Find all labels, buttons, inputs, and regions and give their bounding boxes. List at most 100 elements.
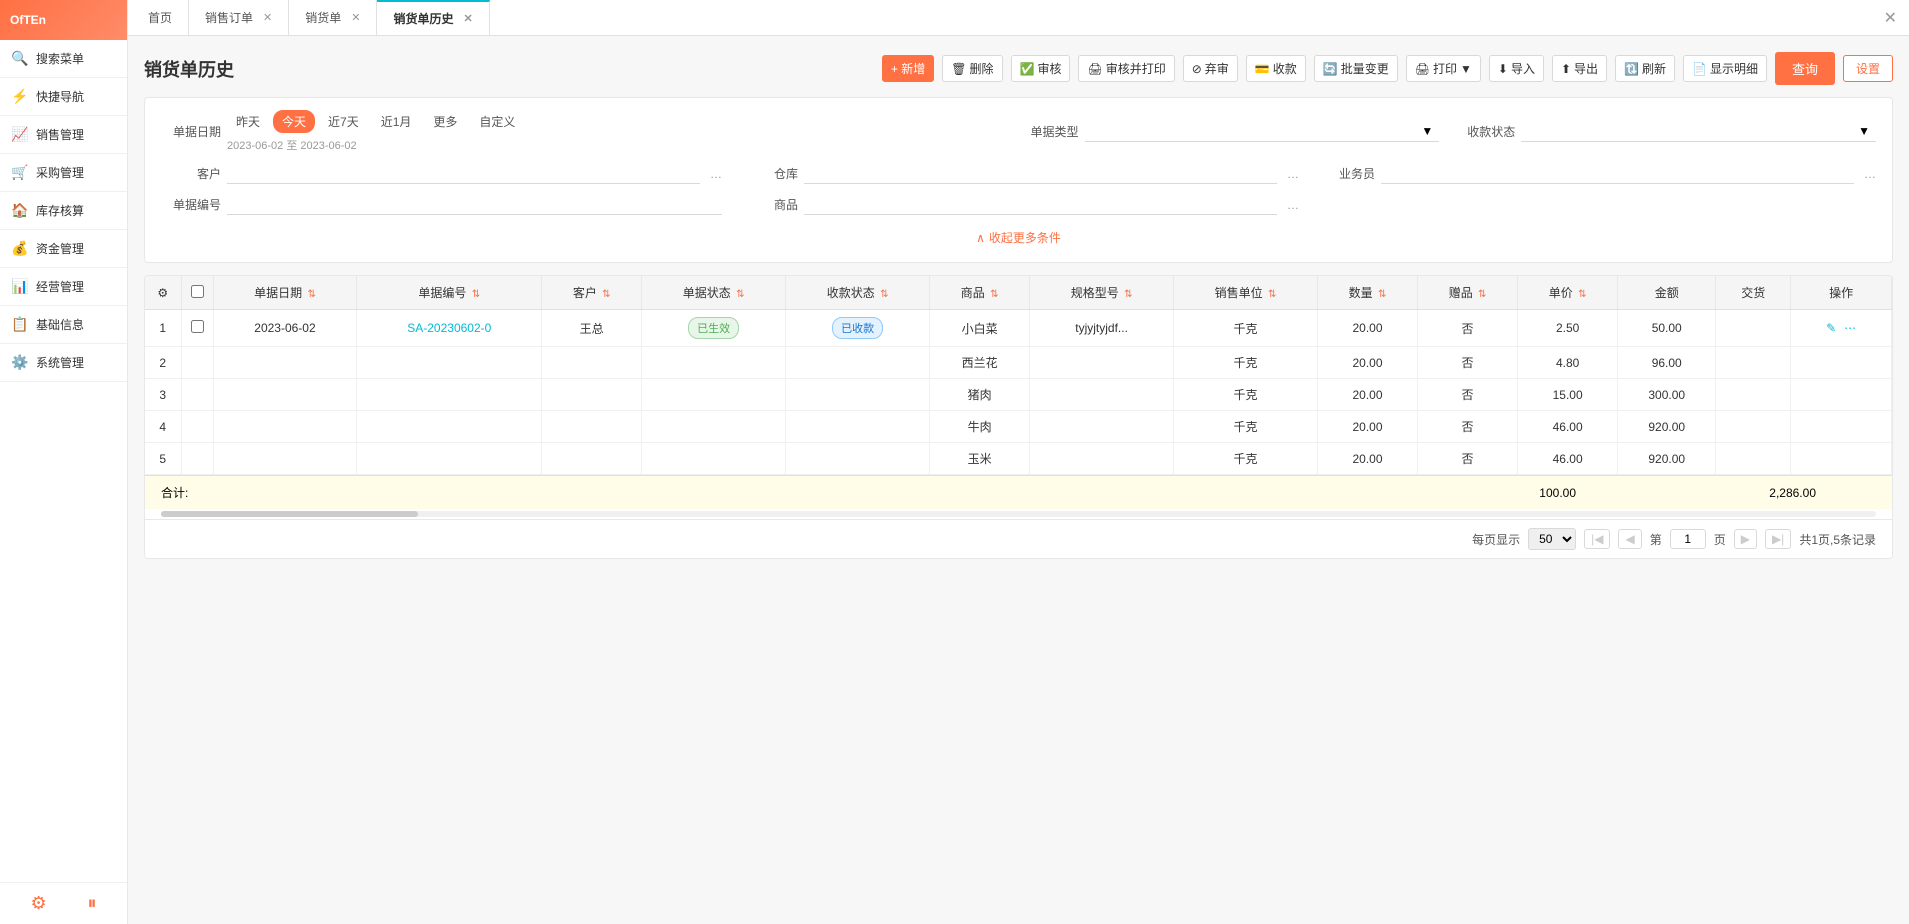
cell-goods: 小白菜 [930, 310, 1030, 347]
pagination-bar: 每页显示 50 |◀ ◀ 第 页 ▶ ▶| 共1页,5条记录 [145, 519, 1892, 558]
filter-status-select[interactable]: ▼ [1521, 121, 1876, 142]
customer-dots[interactable]: … [710, 167, 722, 181]
col-unit[interactable]: 销售单位 ⇅ [1174, 276, 1318, 310]
col-delivery: 交货 [1716, 276, 1791, 310]
col-amount-label: 金额 [1655, 286, 1679, 300]
pagination-prev[interactable]: ◀ [1618, 529, 1641, 549]
print-button[interactable]: 🖨 打印 ▼ [1406, 55, 1481, 82]
sidebar-toggle-icon[interactable]: ⏸ [88, 893, 97, 914]
abandon-button[interactable]: ⊘ 弃审 [1183, 55, 1238, 82]
agent-dots[interactable]: … [1864, 167, 1876, 181]
filter-type-select[interactable]: ▼ [1085, 121, 1440, 142]
filter-docno-input[interactable] [227, 194, 722, 215]
add-button[interactable]: + 新增 [882, 55, 934, 82]
filter-agent-input[interactable] [1381, 163, 1854, 184]
date-7days[interactable]: 近7天 [319, 110, 368, 133]
sidebar-item-purchase[interactable]: 🛒 采购管理 [0, 154, 127, 192]
sidebar-item-basic[interactable]: 📋 基础信息 [0, 306, 127, 344]
export-icon: ⬆ [1561, 62, 1571, 76]
scrollbar-thumb[interactable] [161, 511, 418, 517]
pagination-first[interactable]: |◀ [1584, 529, 1610, 549]
date-1month[interactable]: 近1月 [372, 110, 421, 133]
date-yesterday[interactable]: 昨天 [227, 110, 269, 133]
col-paystatus[interactable]: 收款状态 ⇅ [786, 276, 930, 310]
cell-delivery [1716, 411, 1791, 443]
more-op[interactable]: ⋯ [1840, 321, 1860, 335]
col-docno[interactable]: 单据编号 ⇅ [357, 276, 542, 310]
display-icon: 📄 [1692, 62, 1707, 76]
col-customer[interactable]: 客户 ⇅ [542, 276, 642, 310]
page-input[interactable] [1670, 529, 1706, 549]
select-all-checkbox[interactable] [191, 285, 204, 298]
filter-goods-input[interactable] [804, 194, 1277, 215]
pagination-next[interactable]: ▶ [1734, 529, 1757, 549]
col-spec[interactable]: 规格型号 ⇅ [1030, 276, 1174, 310]
receive-button[interactable]: 💳 收款 [1246, 55, 1306, 82]
col-docstatus[interactable]: 单据状态 ⇅ [642, 276, 786, 310]
setting-button[interactable]: 设置 [1843, 55, 1893, 82]
tab-delivery[interactable]: 销货单 ✕ [289, 0, 377, 35]
cell-delivery [1716, 347, 1791, 379]
col-date[interactable]: 单据日期 ⇅ [213, 276, 357, 310]
date-custom[interactable]: 自定义 [470, 110, 524, 133]
col-gift[interactable]: 赠品 ⇅ [1418, 276, 1518, 310]
cell-checkbox [181, 411, 213, 443]
filter-warehouse-input[interactable] [804, 163, 1277, 184]
scrollbar-track[interactable] [161, 511, 1876, 517]
sidebar-item-search[interactable]: 🔍 搜索菜单 [0, 40, 127, 78]
col-price[interactable]: 单价 ⇅ [1518, 276, 1618, 310]
refresh-button[interactable]: 🔃 刷新 [1615, 55, 1675, 82]
tab-home-label: 首页 [148, 9, 172, 26]
cell-docstatus [642, 443, 786, 475]
col-settings[interactable]: ⚙ [145, 276, 181, 310]
cell-qty: 20.00 [1317, 411, 1417, 443]
content-area: 销货单历史 + 新增 🗑 删除 ✅ 审核 🖨 审核并打印 ⊘ 弃审 [128, 36, 1909, 924]
tab-home[interactable]: 首页 [128, 0, 189, 35]
sidebar-item-quicknav[interactable]: ⚡ 快捷导航 [0, 78, 127, 116]
inventory-icon: 🏠 [12, 203, 28, 219]
warehouse-dots[interactable]: … [1287, 167, 1299, 181]
date-more[interactable]: 更多 [424, 110, 466, 133]
col-qty[interactable]: 数量 ⇅ [1317, 276, 1417, 310]
filter-customer-input[interactable] [227, 163, 700, 184]
sidebar-item-business[interactable]: 📊 经营管理 [0, 268, 127, 306]
row-checkbox[interactable] [191, 320, 204, 333]
collapse-button[interactable]: ∧ 收起更多条件 [972, 225, 1065, 250]
sidebar-item-finance[interactable]: 💰 资金管理 [0, 230, 127, 268]
pagination-last[interactable]: ▶| [1765, 529, 1791, 549]
tab-history-close[interactable]: ✕ [464, 12, 473, 25]
col-docno-sort: ⇅ [472, 289, 480, 300]
sidebar-item-sales[interactable]: 📈 销售管理 [0, 116, 127, 154]
sidebar-item-system[interactable]: ⚙️ 系统管理 [0, 344, 127, 382]
print-review-icon: 🖨 [1087, 62, 1102, 76]
cell-checkbox [181, 347, 213, 379]
tab-delivery-close[interactable]: ✕ [351, 11, 360, 24]
sidebar-item-quicknav-label: 快捷导航 [36, 88, 84, 105]
query-button[interactable]: 查询 [1775, 52, 1835, 85]
sidebar-settings-icon[interactable]: ⚙ [30, 893, 46, 914]
tab-sales-order-close[interactable]: ✕ [263, 11, 272, 24]
batch-change-button[interactable]: 🔄 批量变更 [1314, 55, 1398, 82]
print-review-button[interactable]: 🖨 审核并打印 [1078, 55, 1174, 82]
cell-customer: 王总 [542, 310, 642, 347]
filter-goods-field: 商品 … [738, 194, 1299, 215]
delete-button[interactable]: 🗑 删除 [942, 55, 1002, 82]
review-button[interactable]: ✅ 审核 [1011, 55, 1071, 82]
abandon-icon: ⊘ [1192, 62, 1202, 76]
cell-amount: 96.00 [1618, 347, 1716, 379]
sidebar-item-purchase-label: 采购管理 [36, 164, 84, 181]
edit-op[interactable]: ✎ [1822, 321, 1840, 335]
goods-dots[interactable]: … [1287, 198, 1299, 212]
tab-history[interactable]: 销货单历史 ✕ [377, 0, 489, 35]
tab-sales-order[interactable]: 销售订单 ✕ [189, 0, 289, 35]
date-today[interactable]: 今天 [273, 110, 315, 133]
sidebar-item-inventory[interactable]: 🏠 库存核算 [0, 192, 127, 230]
tab-close-all[interactable]: ✕ [1872, 8, 1909, 28]
display-button[interactable]: 📄 显示明细 [1683, 55, 1767, 82]
col-goods[interactable]: 商品 ⇅ [930, 276, 1030, 310]
col-unit-sort: ⇅ [1268, 289, 1276, 300]
import-button[interactable]: ⬇ 导入 [1489, 55, 1544, 82]
tab-delivery-label: 销货单 [305, 9, 341, 26]
per-page-select[interactable]: 50 [1528, 528, 1576, 550]
export-button[interactable]: ⬆ 导出 [1552, 55, 1607, 82]
